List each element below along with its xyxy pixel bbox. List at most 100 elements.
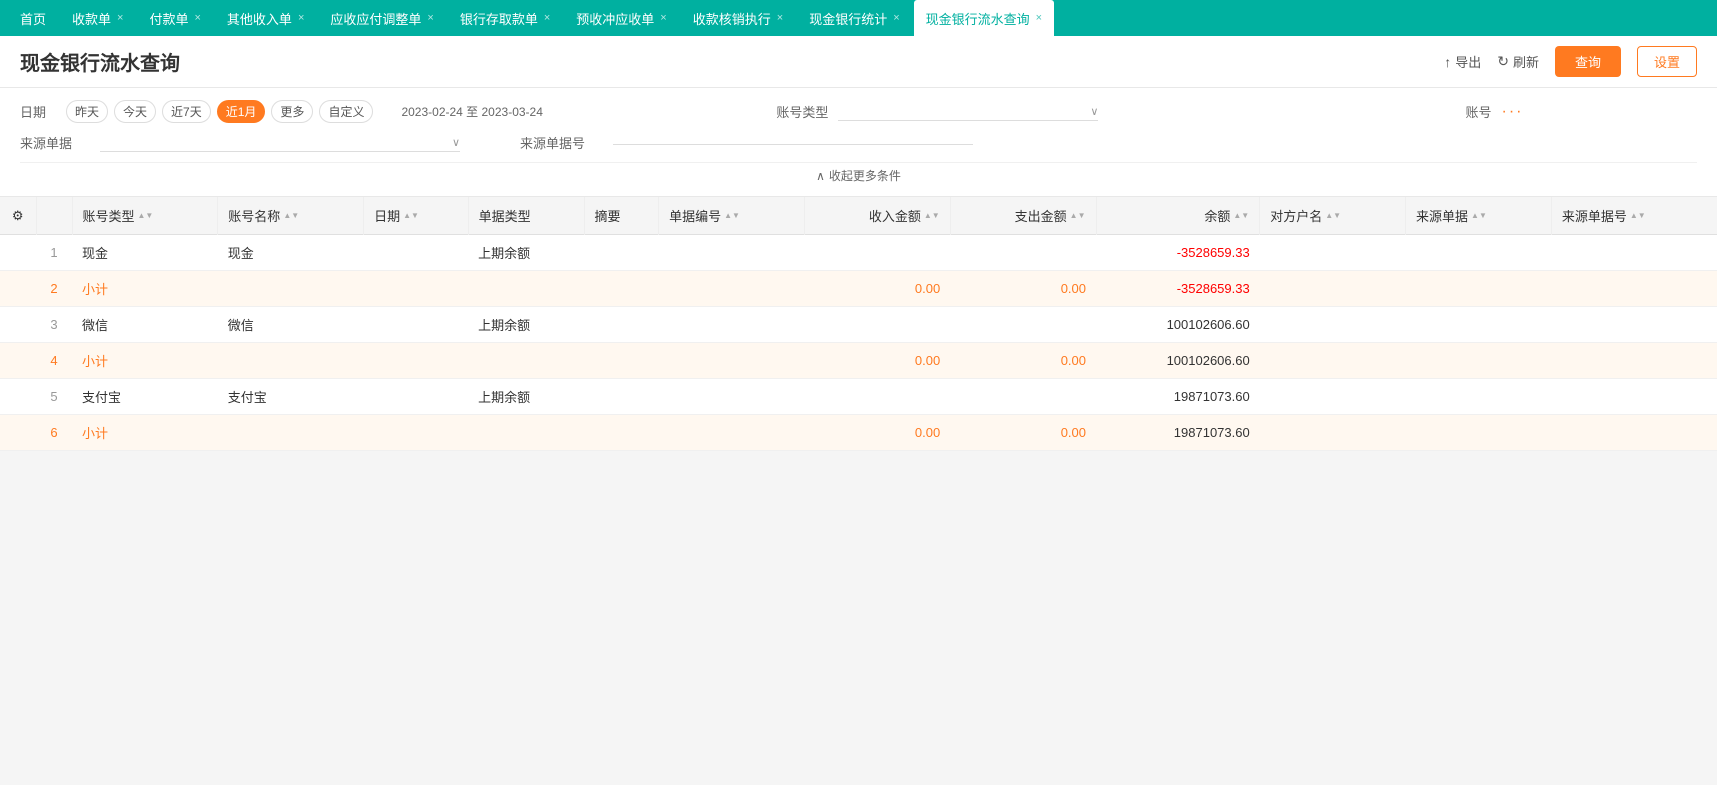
th-settings[interactable]: ⚙ (0, 197, 36, 235)
th-balance[interactable]: 余额 ▲▼ (1096, 197, 1260, 235)
row-doc-type (468, 271, 584, 307)
row-index: 6 (36, 415, 72, 451)
row-balance: 19871073.60 (1096, 379, 1260, 415)
sort-account-name-icon: ▲▼ (283, 212, 299, 220)
date-filter-label: 日期 (20, 102, 46, 121)
nav-tab-xianjinyinhang-tongji[interactable]: 现金银行统计 × (797, 0, 911, 36)
sort-doc-no-icon: ▲▼ (724, 212, 740, 220)
page-title: 现金银行流水查询 (20, 47, 180, 76)
row-settings-cell (0, 271, 36, 307)
row-counterparty (1260, 343, 1406, 379)
collapse-up-icon: ∧ (816, 169, 825, 183)
row-date (364, 307, 469, 343)
row-summary (584, 307, 659, 343)
th-income[interactable]: 收入金额 ▲▼ (804, 197, 950, 235)
nav-tab-fukuandan[interactable]: 付款单 × (137, 0, 212, 36)
row-summary (584, 379, 659, 415)
date-range-display: 2023-02-24 至 2023-03-24 (401, 103, 542, 120)
row-counterparty (1260, 235, 1406, 271)
date-btn-1month[interactable]: 近1月 (217, 100, 266, 123)
row-income: 0.00 (804, 271, 950, 307)
row-account-type: 微信 (72, 307, 218, 343)
source-doc-label: 来源单据 (20, 133, 72, 152)
export-icon: ↑ (1444, 54, 1451, 70)
export-button[interactable]: ↑ 导出 (1444, 52, 1481, 71)
row-summary (584, 235, 659, 271)
nav-tab-shoukuanhe[interactable]: 收款核销执行 × (681, 0, 795, 36)
th-date[interactable]: 日期 ▲▼ (364, 197, 469, 235)
table-row: 4 小计 0.00 0.00 100102606.60 (0, 343, 1717, 379)
account-type-select[interactable]: ∨ (838, 103, 1098, 121)
table-row: 6 小计 0.00 0.00 19871073.60 (0, 415, 1717, 451)
nav-tab-qitashouruden[interactable]: 其他收入单 × (215, 0, 316, 36)
row-income (804, 235, 950, 271)
row-source-doc (1406, 307, 1552, 343)
row-balance: 100102606.60 (1096, 343, 1260, 379)
column-settings-icon: ⚙ (12, 208, 24, 223)
close-tab-7-icon[interactable]: × (893, 12, 899, 24)
close-tab-2-icon[interactable]: × (298, 12, 304, 24)
row-income: 0.00 (804, 415, 950, 451)
query-button[interactable]: 查询 (1555, 46, 1621, 77)
row-source-doc-no (1551, 343, 1717, 379)
date-btn-today[interactable]: 今天 (114, 100, 156, 123)
close-tab-6-icon[interactable]: × (777, 12, 783, 24)
th-account-type[interactable]: 账号类型 ▲▼ (72, 197, 218, 235)
source-doc-no-input[interactable] (613, 140, 973, 145)
row-income (804, 379, 950, 415)
row-date (364, 271, 469, 307)
collapse-filter-button[interactable]: ∧ 收起更多条件 (20, 162, 1697, 188)
date-btn-more[interactable]: 更多 (271, 100, 313, 123)
nav-tab-yingshouyingfu[interactable]: 应收应付调整单 × (318, 0, 445, 36)
row-account-type: 支付宝 (72, 379, 218, 415)
date-btn-custom[interactable]: 自定义 (319, 100, 373, 123)
sort-expense-icon: ▲▼ (1070, 212, 1086, 220)
nav-tab-shoukuandan[interactable]: 收款单 × (60, 0, 135, 36)
row-balance: -3528659.33 (1096, 271, 1260, 307)
row-expense (950, 379, 1096, 415)
source-doc-no-label: 来源单据号 (520, 133, 585, 152)
row-source-doc (1406, 271, 1552, 307)
row-balance: -3528659.33 (1096, 235, 1260, 271)
date-btn-7days[interactable]: 近7天 (162, 100, 211, 123)
row-source-doc-no (1551, 235, 1717, 271)
row-summary (584, 415, 659, 451)
row-settings-cell (0, 235, 36, 271)
nav-tab-yushoujia[interactable]: 预收冲应收单 × (564, 0, 678, 36)
th-expense[interactable]: 支出金额 ▲▼ (950, 197, 1096, 235)
header-actions: ↑ 导出 ↻ 刷新 查询 设置 (1444, 46, 1697, 77)
th-account-name[interactable]: 账号名称 ▲▼ (218, 197, 364, 235)
row-account-name (218, 271, 364, 307)
close-tab-5-icon[interactable]: × (660, 12, 666, 24)
th-source-doc-no[interactable]: 来源单据号 ▲▼ (1551, 197, 1717, 235)
th-counterparty[interactable]: 对方户名 ▲▼ (1260, 197, 1406, 235)
account-no-dots-button[interactable]: ··· (1501, 103, 1523, 121)
th-summary: 摘要 (584, 197, 659, 235)
row-source-doc-no (1551, 307, 1717, 343)
row-expense: 0.00 (950, 415, 1096, 451)
row-account-type: 小计 (72, 415, 218, 451)
row-settings-cell (0, 343, 36, 379)
close-tab-4-icon[interactable]: × (544, 12, 550, 24)
row-settings-cell (0, 379, 36, 415)
nav-home[interactable]: 首页 (8, 0, 58, 36)
nav-tab-xianjin-liushui[interactable]: 现金银行流水查询 × (914, 0, 1054, 36)
close-tab-0-icon[interactable]: × (117, 12, 123, 24)
row-doc-type: 上期余额 (468, 235, 584, 271)
th-source-doc[interactable]: 来源单据 ▲▼ (1406, 197, 1552, 235)
date-btn-yesterday[interactable]: 昨天 (66, 100, 108, 123)
row-expense: 0.00 (950, 343, 1096, 379)
close-tab-8-icon[interactable]: × (1036, 12, 1042, 24)
row-doc-type (468, 343, 584, 379)
settings-button[interactable]: 设置 (1637, 46, 1697, 77)
close-tab-1-icon[interactable]: × (194, 12, 200, 24)
filter-row-date: 日期 昨天 今天 近7天 近1月 更多 自定义 2023-02-24 至 202… (20, 100, 1697, 123)
refresh-icon: ↻ (1497, 53, 1509, 70)
row-date (364, 343, 469, 379)
th-doc-no[interactable]: 单据编号 ▲▼ (659, 197, 805, 235)
source-doc-select[interactable]: ∨ (100, 134, 460, 152)
row-settings-cell (0, 415, 36, 451)
nav-tab-yinhangcunqu[interactable]: 银行存取款单 × (448, 0, 562, 36)
close-tab-3-icon[interactable]: × (427, 12, 433, 24)
refresh-button[interactable]: ↻ 刷新 (1497, 52, 1539, 71)
